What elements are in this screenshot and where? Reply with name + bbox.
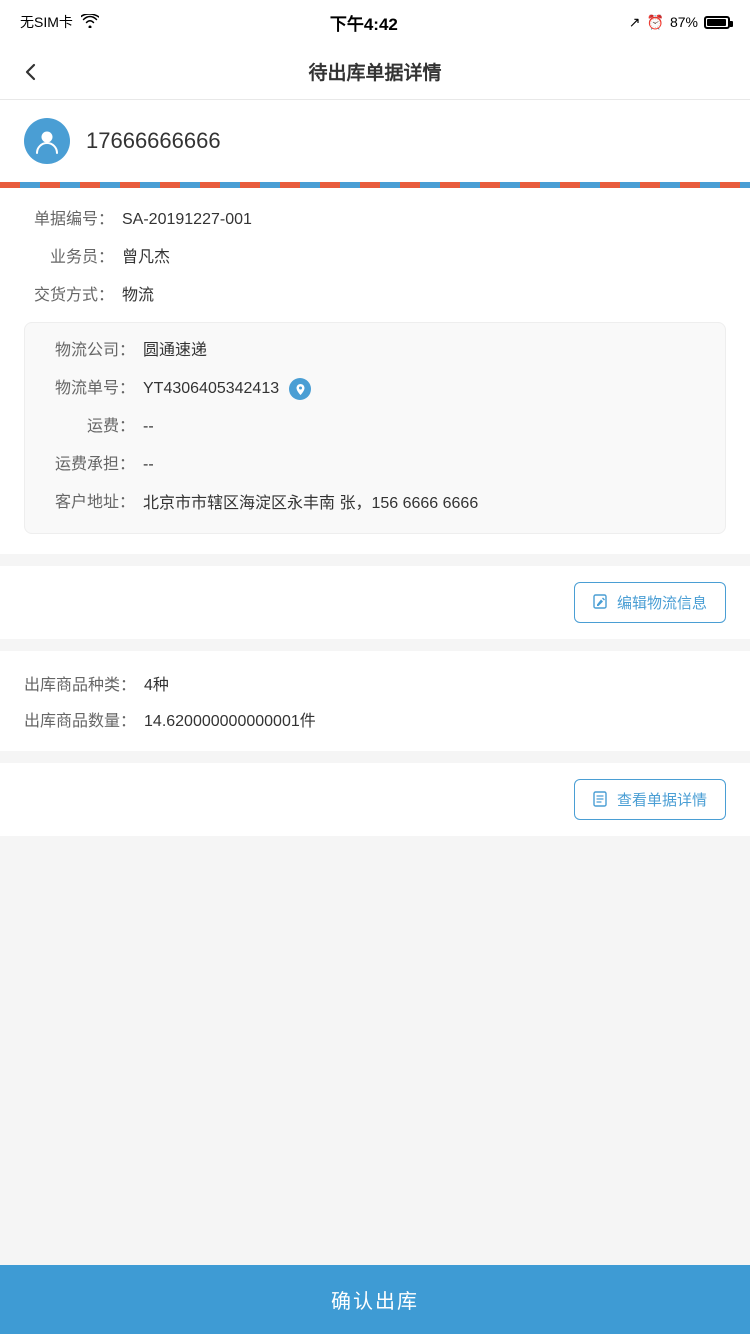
salesperson-value: 曾凡杰 — [122, 246, 726, 270]
view-detail-section: 查看单据详情 — [0, 763, 750, 836]
main-content: 17666666666 单据编号： SA-20191227-001 业务员： 曾… — [0, 100, 750, 948]
tracking-value: YT4306405342413 — [143, 377, 705, 401]
freight-bearer-row: 运费承担： -- — [45, 453, 705, 477]
freight-value: -- — [143, 415, 705, 439]
carrier-text: 无SIM卡 — [20, 12, 73, 32]
edit-logistics-label: 编辑物流信息 — [617, 592, 707, 613]
order-number-value: SA-20191227-001 — [122, 208, 726, 232]
time-display: 下午4:42 — [330, 10, 398, 35]
logistics-company-row: 物流公司： 圆通速递 — [45, 339, 705, 363]
location-icon[interactable] — [289, 378, 311, 400]
delivery-method-label: 交货方式： — [24, 284, 114, 308]
logistics-card: 物流公司： 圆通速递 物流单号： YT4306405342413 运费： -- — [24, 322, 726, 534]
logistics-company-label: 物流公司： — [45, 339, 135, 363]
delivery-row: 交货方式： 物流 — [24, 284, 726, 308]
goods-types-value: 4种 — [144, 671, 726, 695]
salesperson-label: 业务员： — [24, 246, 114, 270]
status-bar: 无SIM卡 下午4:42 ↗ ⏰ 87% — [0, 0, 750, 44]
order-info-section: 单据编号： SA-20191227-001 业务员： 曾凡杰 交货方式： 物流 … — [0, 188, 750, 554]
nav-bar: 待出库单据详情 — [0, 44, 750, 100]
alarm-icon: ⏰ — [647, 14, 664, 31]
address-label: 客户地址： — [45, 491, 135, 515]
confirm-button[interactable]: 确认出库 — [331, 1285, 419, 1314]
edit-logistics-button[interactable]: 编辑物流信息 — [574, 582, 726, 623]
document-icon — [593, 791, 609, 807]
goods-quantity-row: 出库商品数量： 14.620000000000001件 — [24, 707, 726, 731]
status-right: ↗ ⏰ 87% — [629, 14, 730, 31]
page-title: 待出库单据详情 — [308, 58, 441, 85]
tracking-row: 物流单号： YT4306405342413 — [45, 377, 705, 401]
salesperson-row: 业务员： 曾凡杰 — [24, 246, 726, 270]
tracking-label: 物流单号： — [45, 377, 135, 401]
customer-header: 17666666666 — [0, 100, 750, 182]
delivery-method-value: 物流 — [122, 284, 726, 308]
order-number-label: 单据编号： — [24, 208, 114, 232]
customer-phone: 17666666666 — [86, 128, 221, 154]
freight-label: 运费： — [45, 415, 135, 439]
goods-quantity-label: 出库商品数量： — [24, 707, 136, 731]
avatar — [24, 118, 70, 164]
battery-percent: 87% — [670, 14, 698, 30]
back-button[interactable] — [20, 61, 42, 83]
view-detail-label: 查看单据详情 — [617, 789, 707, 810]
freight-row: 运费： -- — [45, 415, 705, 439]
freight-bearer-value: -- — [143, 453, 705, 477]
goods-types-label: 出库商品种类： — [24, 671, 136, 695]
location-status-icon: ↗ — [629, 14, 641, 31]
order-number-row: 单据编号： SA-20191227-001 — [24, 208, 726, 232]
goods-section: 出库商品种类： 4种 出库商品数量： 14.620000000000001件 — [0, 651, 750, 751]
logistics-company-value: 圆通速递 — [143, 339, 705, 363]
goods-quantity-value: 14.620000000000001件 — [144, 707, 726, 731]
address-value: 北京市市辖区海淀区永丰南 张，156 6666 6666 — [143, 491, 705, 517]
wifi-icon — [81, 14, 99, 31]
tracking-number: YT4306405342413 — [143, 377, 279, 401]
edit-logistics-section: 编辑物流信息 — [0, 566, 750, 639]
bottom-bar: 确认出库 — [0, 1265, 750, 1334]
status-left: 无SIM卡 — [20, 12, 99, 32]
edit-icon — [593, 594, 609, 610]
view-detail-button[interactable]: 查看单据详情 — [574, 779, 726, 820]
freight-bearer-label: 运费承担： — [45, 453, 135, 477]
address-row: 客户地址： 北京市市辖区海淀区永丰南 张，156 6666 6666 — [45, 491, 705, 517]
goods-types-row: 出库商品种类： 4种 — [24, 671, 726, 695]
battery-icon — [704, 16, 730, 29]
